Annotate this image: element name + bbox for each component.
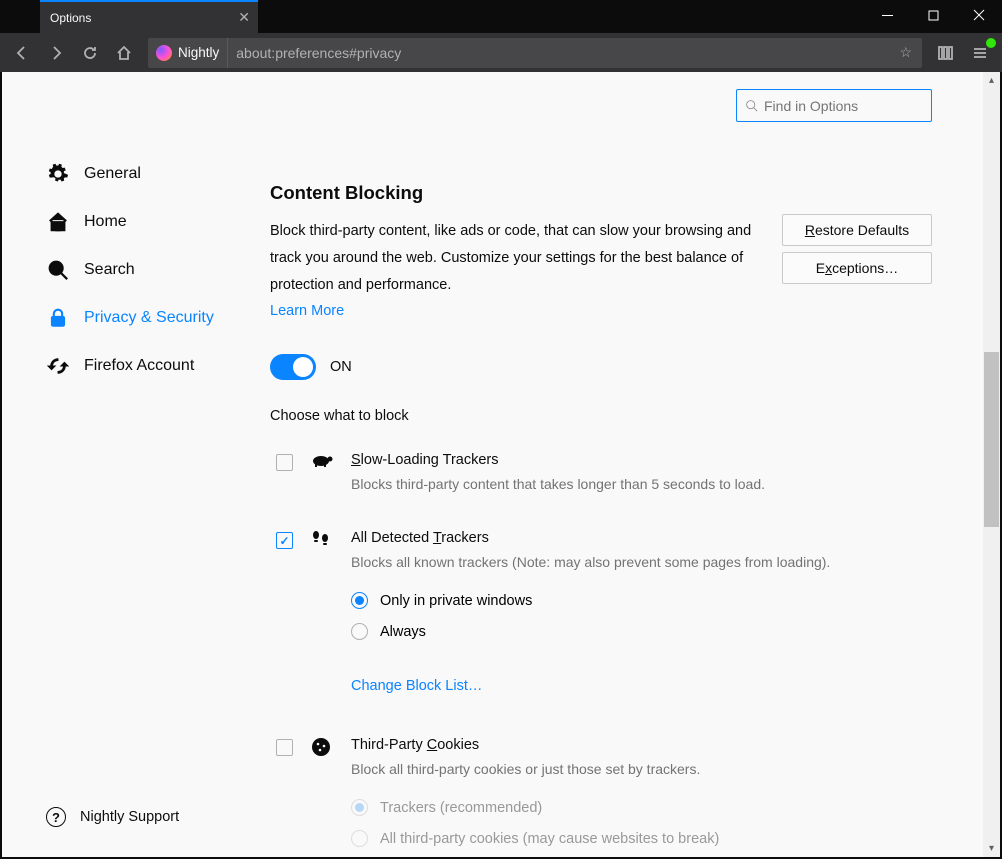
find-in-options[interactable] bbox=[736, 89, 932, 122]
radio-label: All third-party cookies (may cause websi… bbox=[380, 831, 719, 847]
slow-loading-trackers-item: Slow-Loading Trackers Blocks third-party… bbox=[270, 452, 932, 492]
radio-label: Only in private windows bbox=[380, 593, 532, 609]
radio-label: Always bbox=[380, 624, 426, 640]
gear-icon bbox=[46, 162, 70, 186]
all-trackers-title: All Detected Trackers bbox=[351, 530, 830, 546]
forward-button[interactable] bbox=[40, 38, 72, 68]
titlebar: Options ✕ bbox=[0, 0, 1002, 33]
cookie-icon bbox=[311, 737, 333, 762]
radio-trackers-recommended: Trackers (recommended) bbox=[351, 799, 719, 816]
sidebar-item-home[interactable]: Home bbox=[46, 198, 246, 246]
home-button[interactable] bbox=[108, 38, 140, 68]
third-party-cookies-item: Third-Party Cookies Block all third-part… bbox=[270, 737, 932, 857]
sidebar-item-search[interactable]: Search bbox=[46, 246, 246, 294]
content-blocking-toggle[interactable] bbox=[270, 354, 316, 380]
learn-more-link[interactable]: Learn More bbox=[270, 303, 344, 319]
radio-input[interactable] bbox=[351, 623, 368, 640]
change-block-list-link[interactable]: Change Block List… bbox=[351, 678, 482, 694]
toolbar: Nightly about:preferences#privacy ☆ bbox=[0, 33, 1002, 72]
browser-tab[interactable]: Options ✕ bbox=[40, 0, 258, 33]
slow-trackers-title: Slow-Loading Trackers bbox=[351, 452, 765, 468]
scroll-thumb[interactable] bbox=[984, 352, 999, 527]
content-area: ▴ ▾ General Home Search Privacy & Securi… bbox=[2, 72, 1000, 857]
radio-all-third-party: All third-party cookies (may cause websi… bbox=[351, 830, 719, 847]
close-tab-icon[interactable]: ✕ bbox=[238, 9, 250, 26]
slow-trackers-body: Slow-Loading Trackers Blocks third-party… bbox=[351, 452, 765, 492]
scroll-up-arrow[interactable]: ▴ bbox=[983, 72, 1000, 89]
sidebar: General Home Search Privacy & Security F… bbox=[46, 150, 246, 390]
app-menu-button[interactable] bbox=[964, 38, 996, 68]
cookies-body: Third-Party Cookies Block all third-part… bbox=[351, 737, 719, 857]
all-trackers-sub: Blocks all known trackers (Note: may als… bbox=[351, 554, 830, 570]
search-icon bbox=[46, 258, 70, 282]
radio-input bbox=[351, 830, 368, 847]
support-label: Nightly Support bbox=[80, 809, 179, 825]
identity-box[interactable]: Nightly bbox=[148, 38, 228, 68]
sidebar-item-label: Home bbox=[84, 213, 127, 231]
footprints-icon bbox=[311, 530, 333, 553]
all-trackers-body: All Detected Trackers Blocks all known t… bbox=[351, 530, 830, 695]
library-button[interactable] bbox=[930, 38, 962, 68]
close-window-button[interactable] bbox=[956, 0, 1002, 30]
tab-title: Options bbox=[50, 11, 91, 25]
home-icon bbox=[46, 210, 70, 234]
toggle-state-label: ON bbox=[330, 359, 352, 375]
turtle-icon bbox=[311, 452, 333, 473]
sidebar-item-general[interactable]: General bbox=[46, 150, 246, 198]
tracker-scope-radios: Only in private windows Always bbox=[351, 592, 830, 640]
sync-icon bbox=[46, 354, 70, 378]
content-blocking-toggle-row: ON bbox=[270, 354, 932, 380]
all-trackers-checkbox[interactable] bbox=[276, 532, 293, 549]
sidebar-item-label: Firefox Account bbox=[84, 357, 194, 375]
cookies-sub: Block all third-party cookies or just th… bbox=[351, 761, 719, 777]
all-trackers-item: All Detected Trackers Blocks all known t… bbox=[270, 530, 932, 695]
section-heading: Content Blocking bbox=[270, 182, 932, 204]
url-text: about:preferences#privacy bbox=[228, 45, 409, 61]
sidebar-item-label: General bbox=[84, 165, 141, 183]
toggle-knob bbox=[293, 357, 313, 377]
sidebar-item-privacy[interactable]: Privacy & Security bbox=[46, 294, 246, 342]
restore-defaults-button[interactable]: Restore Defaults bbox=[782, 214, 932, 246]
cookies-checkbox[interactable] bbox=[276, 739, 293, 756]
radio-private-windows[interactable]: Only in private windows bbox=[351, 592, 830, 609]
choose-label: Choose what to block bbox=[270, 408, 932, 424]
sidebar-item-label: Search bbox=[84, 261, 135, 279]
sidebar-item-label: Privacy & Security bbox=[84, 309, 214, 327]
radio-always[interactable]: Always bbox=[351, 623, 830, 640]
search-input[interactable] bbox=[764, 98, 923, 114]
main-panel: Content Blocking Block third-party conte… bbox=[270, 182, 932, 857]
nightly-icon bbox=[156, 45, 172, 61]
action-buttons: Restore Defaults Exceptions… bbox=[782, 214, 932, 284]
section-description: Block third-party content, like ads or c… bbox=[270, 218, 770, 298]
identity-label: Nightly bbox=[178, 45, 219, 60]
maximize-button[interactable] bbox=[910, 0, 956, 30]
vertical-scrollbar[interactable]: ▴ ▾ bbox=[983, 72, 1000, 857]
cookies-title: Third-Party Cookies bbox=[351, 737, 719, 753]
cookies-scope-radios: Trackers (recommended) All third-party c… bbox=[351, 799, 719, 847]
radio-input[interactable] bbox=[351, 592, 368, 609]
reload-button[interactable] bbox=[74, 38, 106, 68]
slow-trackers-sub: Blocks third-party content that takes lo… bbox=[351, 476, 765, 492]
radio-label: Trackers (recommended) bbox=[380, 800, 542, 816]
slow-trackers-checkbox[interactable] bbox=[276, 454, 293, 471]
bookmark-star-icon[interactable]: ☆ bbox=[889, 44, 922, 61]
window-controls bbox=[864, 0, 1002, 30]
radio-input bbox=[351, 799, 368, 816]
url-bar[interactable]: Nightly about:preferences#privacy ☆ bbox=[148, 38, 922, 68]
scroll-down-arrow[interactable]: ▾ bbox=[983, 840, 1000, 857]
minimize-button[interactable] bbox=[864, 0, 910, 30]
search-icon bbox=[745, 99, 758, 112]
exceptions-button[interactable]: Exceptions… bbox=[782, 252, 932, 284]
lock-icon bbox=[46, 306, 70, 330]
sidebar-item-account[interactable]: Firefox Account bbox=[46, 342, 246, 390]
help-icon: ? bbox=[46, 807, 66, 827]
back-button[interactable] bbox=[6, 38, 38, 68]
support-link[interactable]: ? Nightly Support bbox=[46, 807, 179, 827]
